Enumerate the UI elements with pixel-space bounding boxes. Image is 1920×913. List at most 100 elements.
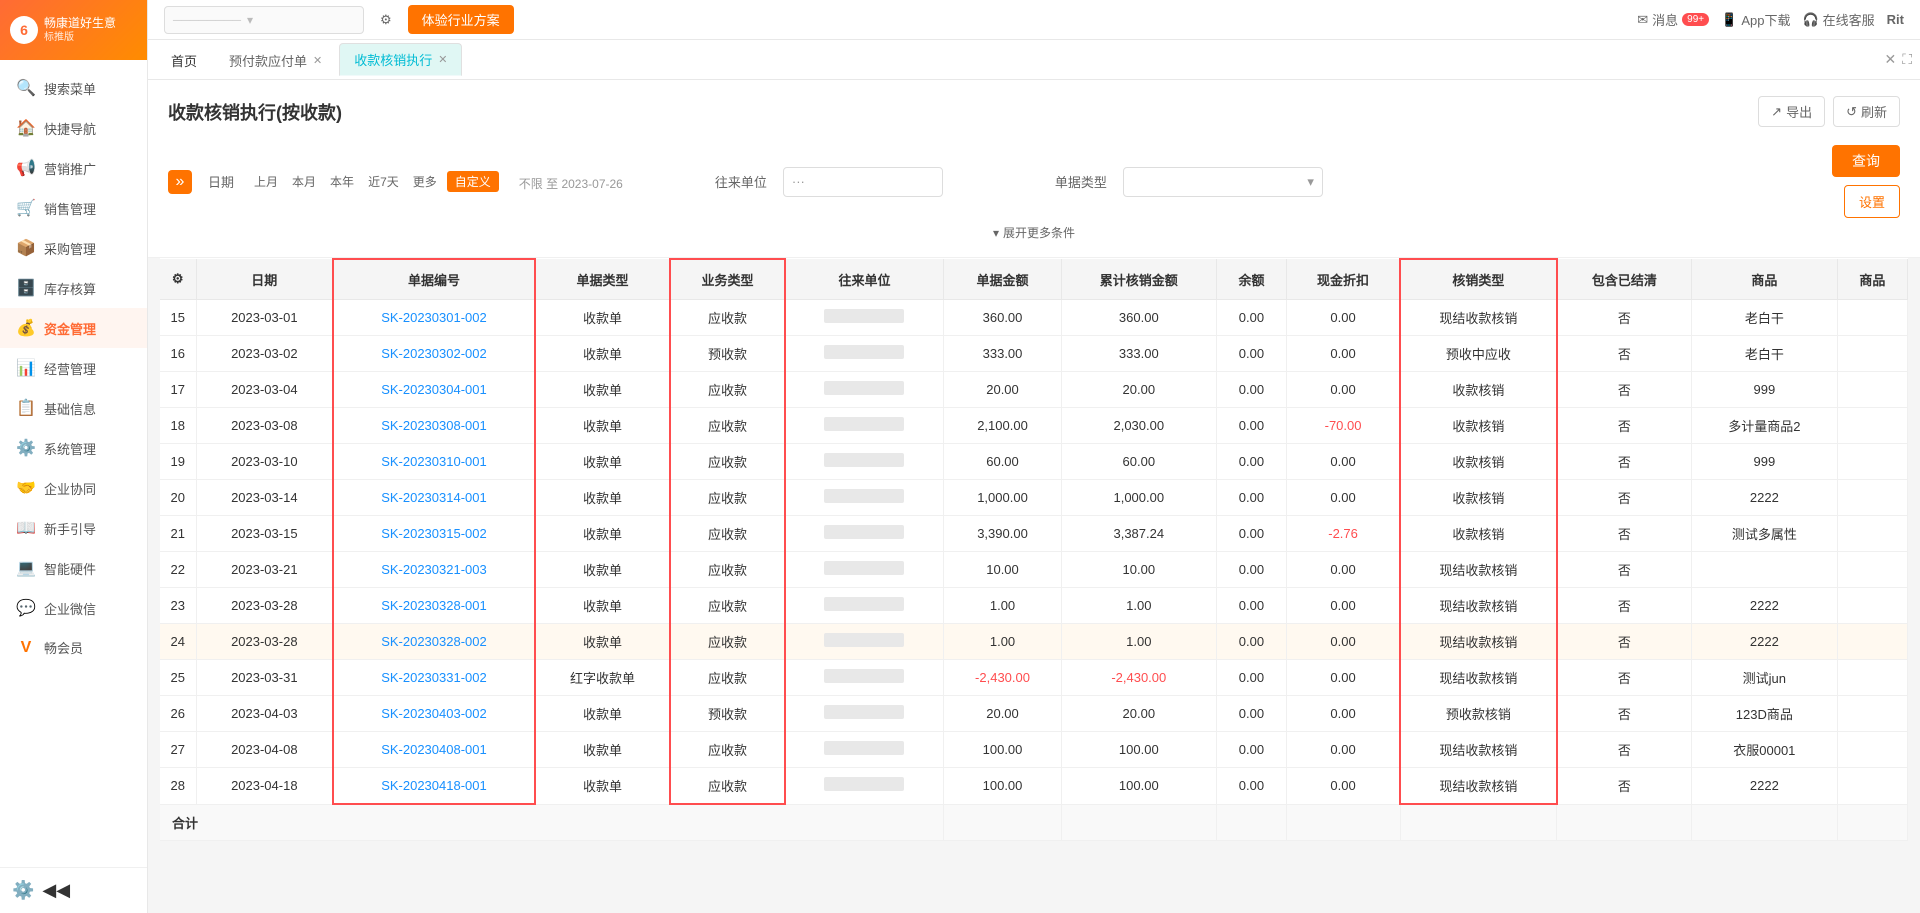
bill-no-link[interactable]: SK-20230308-001 (381, 418, 487, 433)
app-download-btn[interactable]: 📱 App下载 (1721, 10, 1790, 29)
bill-no-link[interactable]: SK-20230403-002 (381, 706, 487, 721)
sidebar-item-basic[interactable]: 📋 基础信息 (0, 388, 147, 428)
col-verified[interactable]: 累计核销金额 (1061, 259, 1216, 300)
message-btn[interactable]: ✉ 消息 99+ (1637, 10, 1709, 29)
cell-biz-type: 预收款 (670, 696, 784, 732)
collapse-icon[interactable]: ◀◀ (42, 880, 70, 901)
sidebar-item-sales[interactable]: 🛒 销售管理 (0, 188, 147, 228)
col-date[interactable]: 日期 (196, 259, 333, 300)
cell-product1 (1692, 552, 1838, 588)
bill-no-link[interactable]: SK-20230304-001 (381, 382, 487, 397)
cell-verified: 60.00 (1061, 444, 1216, 480)
cell-balance: 0.00 (1216, 552, 1286, 588)
cell-discount: 0.00 (1287, 588, 1400, 624)
sidebar-item-hardware[interactable]: 💻 智能硬件 (0, 548, 147, 588)
bill-no-link[interactable]: SK-20230328-002 (381, 634, 487, 649)
table-row: 27 2023-04-08 SK-20230408-001 收款单 应收款 10… (160, 732, 1908, 768)
cell-product2 (1837, 588, 1907, 624)
tab-close-all-btn[interactable]: ✕ (1884, 51, 1896, 68)
sidebar-item-business[interactable]: 📊 经营管理 (0, 348, 147, 388)
date-btn-7days[interactable]: 近7天 (364, 171, 403, 192)
tab-home[interactable]: 首页 (156, 44, 212, 76)
tab-prepay[interactable]: 预付款应付单 ✕ (214, 44, 337, 76)
expand-more-btn[interactable]: ▾ 展开更多条件 (993, 224, 1075, 241)
cell-biz-type: 应收款 (670, 768, 784, 805)
filter-expand-btn[interactable]: » (168, 170, 192, 194)
tab-home-label: 首页 (171, 51, 197, 70)
cell-product2 (1837, 336, 1907, 372)
sidebar-item-member[interactable]: V 畅会员 (0, 628, 147, 667)
online-service-btn[interactable]: 🎧 在线客服 (1802, 10, 1874, 29)
cell-date: 2023-03-14 (196, 480, 333, 516)
company-select[interactable]: ··· (783, 167, 943, 197)
company-blurred (824, 489, 904, 503)
cell-amount: 1.00 (944, 624, 1061, 660)
col-verify-type[interactable]: 核销类型 (1400, 259, 1557, 300)
bill-no-link[interactable]: SK-20230310-001 (381, 454, 487, 469)
bill-no-link[interactable]: SK-20230315-002 (381, 526, 487, 541)
cell-biz-type: 应收款 (670, 372, 784, 408)
col-settings[interactable]: ⚙ (160, 259, 196, 300)
query-btn[interactable]: 查询 (1832, 145, 1900, 177)
sidebar-item-marketing[interactable]: 📢 营销推广 (0, 148, 147, 188)
col-bill-no[interactable]: 单据编号 (333, 259, 535, 300)
tab-receipt-close[interactable]: ✕ (438, 53, 447, 66)
sidebar-item-enterprise[interactable]: 🤝 企业协同 (0, 468, 147, 508)
settings-footer-icon[interactable]: ⚙️ (12, 880, 34, 901)
cell-company (785, 768, 944, 805)
cell-amount: 20.00 (944, 372, 1061, 408)
col-amount[interactable]: 单据金额 (944, 259, 1061, 300)
bill-no-link[interactable]: SK-20230302-002 (381, 346, 487, 361)
bill-no-link[interactable]: SK-20230301-002 (381, 310, 487, 325)
sidebar-item-search[interactable]: 🔍 搜索菜单 (0, 68, 147, 108)
cell-biz-type: 预收款 (670, 336, 784, 372)
cell-balance: 0.00 (1216, 516, 1286, 552)
cell-verified: 2,030.00 (1061, 408, 1216, 444)
col-included[interactable]: 包含已结清 (1557, 259, 1692, 300)
sidebar-item-inventory[interactable]: 🗄️ 库存核算 (0, 268, 147, 308)
tab-expand-btn[interactable]: ⛶ (1902, 51, 1912, 68)
date-custom-btn[interactable]: 自定义 (447, 171, 499, 192)
tab-receipt[interactable]: 收款核销执行 ✕ (339, 43, 462, 76)
tab-prepay-close[interactable]: ✕ (313, 54, 322, 67)
export-btn[interactable]: ↗ 导出 (1758, 96, 1825, 127)
col-balance[interactable]: 余额 (1216, 259, 1286, 300)
cell-bill-no: SK-20230310-001 (333, 444, 535, 480)
company-blurred (824, 669, 904, 683)
table-container[interactable]: ⚙ 日期 单据编号 单据类型 业务类型 往来单位 单据金额 累计核销金额 余额 … (148, 258, 1920, 913)
date-btn-more[interactable]: 更多 (409, 171, 441, 192)
col-company[interactable]: 往来单位 (785, 259, 944, 300)
col-discount[interactable]: 现金折扣 (1287, 259, 1400, 300)
date-btn-this-month[interactable]: 本月 (288, 171, 320, 192)
bill-no-link[interactable]: SK-20230314-001 (381, 490, 487, 505)
col-bill-type[interactable]: 单据类型 (535, 259, 671, 300)
filter-settings-btn[interactable]: 设置 (1844, 185, 1900, 218)
sidebar-item-label: 库存核算 (44, 279, 96, 298)
topbar-settings-btn[interactable]: ⚙ (380, 12, 392, 28)
bill-type-select[interactable]: ▾ (1123, 167, 1323, 197)
cell-verify-type: 现结收款核销 (1400, 300, 1557, 336)
bill-no-link[interactable]: SK-20230408-001 (381, 742, 487, 757)
bill-no-link[interactable]: SK-20230328-001 (381, 598, 487, 613)
date-btn-this-year[interactable]: 本年 (326, 171, 358, 192)
cell-included: 否 (1557, 624, 1692, 660)
sidebar-item-guide[interactable]: 📖 新手引导 (0, 508, 147, 548)
bill-no-link[interactable]: SK-20230331-002 (381, 670, 487, 685)
sidebar-item-purchase[interactable]: 📦 采购管理 (0, 228, 147, 268)
col-biz-type[interactable]: 业务类型 (670, 259, 784, 300)
industry-solution-btn[interactable]: 体验行业方案 (408, 5, 514, 34)
bill-no-link[interactable]: SK-20230321-003 (381, 562, 487, 577)
sidebar-item-quicknav[interactable]: 🏠 快捷导航 (0, 108, 147, 148)
basic-icon: 📋 (16, 398, 36, 418)
table-row: 20 2023-03-14 SK-20230314-001 收款单 应收款 1,… (160, 480, 1908, 516)
col-product1[interactable]: 商品 (1692, 259, 1838, 300)
sidebar-item-wechat[interactable]: 💬 企业微信 (0, 588, 147, 628)
bill-no-link[interactable]: SK-20230418-001 (381, 778, 487, 793)
col-product2[interactable]: 商品 (1837, 259, 1907, 300)
user-avatar[interactable]: Rit (1887, 12, 1904, 27)
sidebar-item-finance[interactable]: 💰 资金管理 (0, 308, 147, 348)
cell-bill-type: 收款单 (535, 588, 671, 624)
refresh-btn[interactable]: ↺ 刷新 (1833, 96, 1900, 127)
date-btn-last-month[interactable]: 上月 (250, 171, 282, 192)
sidebar-item-system[interactable]: ⚙️ 系统管理 (0, 428, 147, 468)
